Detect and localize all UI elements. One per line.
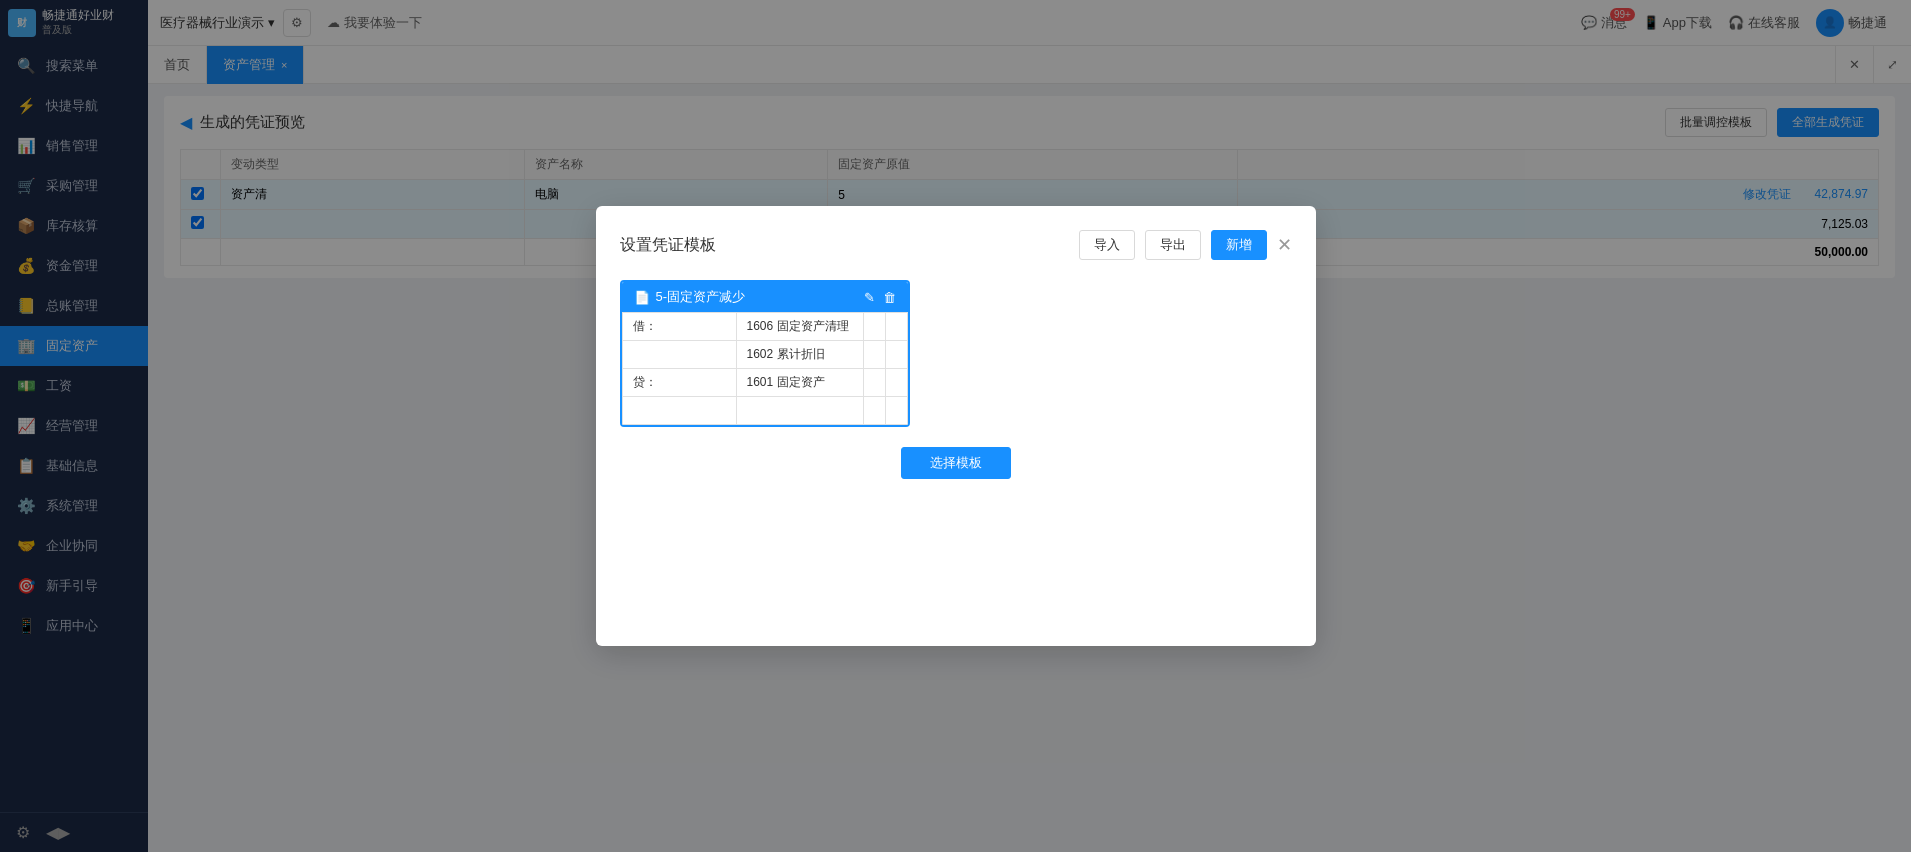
entry-credit-3 [885, 369, 907, 397]
template-delete-icon[interactable]: 🗑 [883, 290, 896, 305]
entry-code-2: 1602 累计折旧 [736, 341, 863, 369]
modal-dialog: 设置凭证模板 导入 导出 新增 ✕ 📄 5-固定资产减少 ✎ 🗑 [596, 206, 1316, 646]
entry-direction-1: 借： [622, 313, 736, 341]
template-card-name: 5-固定资产减少 [656, 288, 746, 306]
entry-direction-3: 贷： [622, 369, 736, 397]
template-card-header: 📄 5-固定资产减少 ✎ 🗑 [622, 282, 908, 312]
modal-title: 设置凭证模板 [620, 235, 716, 256]
entry-empty-2 [736, 397, 863, 425]
template-entry-row: 贷： 1601 固定资产 [622, 369, 907, 397]
export-button[interactable]: 导出 [1145, 230, 1201, 260]
modal-header: 设置凭证模板 导入 导出 新增 ✕ [620, 230, 1292, 260]
select-template-button[interactable]: 选择模板 [901, 447, 1011, 479]
entry-direction-2 [622, 341, 736, 369]
entry-debit-1 [863, 313, 885, 341]
template-entry-row-empty [622, 397, 907, 425]
modal-actions: 导入 导出 新增 [1079, 230, 1267, 260]
template-card-title-area: 📄 5-固定资产减少 [634, 288, 746, 306]
entry-code-1: 1606 固定资产清理 [736, 313, 863, 341]
template-card-actions: ✎ 🗑 [864, 290, 896, 305]
template-doc-icon: 📄 [634, 290, 650, 305]
modal-overlay: 设置凭证模板 导入 导出 新增 ✕ 📄 5-固定资产减少 ✎ 🗑 [0, 0, 1911, 852]
template-edit-icon[interactable]: ✎ [864, 290, 875, 305]
template-entry-row: 1602 累计折旧 [622, 341, 907, 369]
entry-code-3: 1601 固定资产 [736, 369, 863, 397]
import-button[interactable]: 导入 [1079, 230, 1135, 260]
entry-empty-4 [885, 397, 907, 425]
entry-credit-1 [885, 313, 907, 341]
entry-credit-2 [885, 341, 907, 369]
template-entries-table: 借： 1606 固定资产清理 1602 累计折旧 贷： [622, 312, 908, 425]
entry-empty-1 [622, 397, 736, 425]
entry-debit-2 [863, 341, 885, 369]
template-entry-row: 借： 1606 固定资产清理 [622, 313, 907, 341]
new-template-button[interactable]: 新增 [1211, 230, 1267, 260]
select-template-btn-area: 选择模板 [620, 447, 1292, 479]
modal-close-button[interactable]: ✕ [1277, 234, 1292, 256]
entry-debit-3 [863, 369, 885, 397]
entry-empty-3 [863, 397, 885, 425]
template-card: 📄 5-固定资产减少 ✎ 🗑 借： 1606 固定资产清理 [620, 280, 910, 427]
template-card-body: 借： 1606 固定资产清理 1602 累计折旧 贷： [622, 312, 908, 425]
